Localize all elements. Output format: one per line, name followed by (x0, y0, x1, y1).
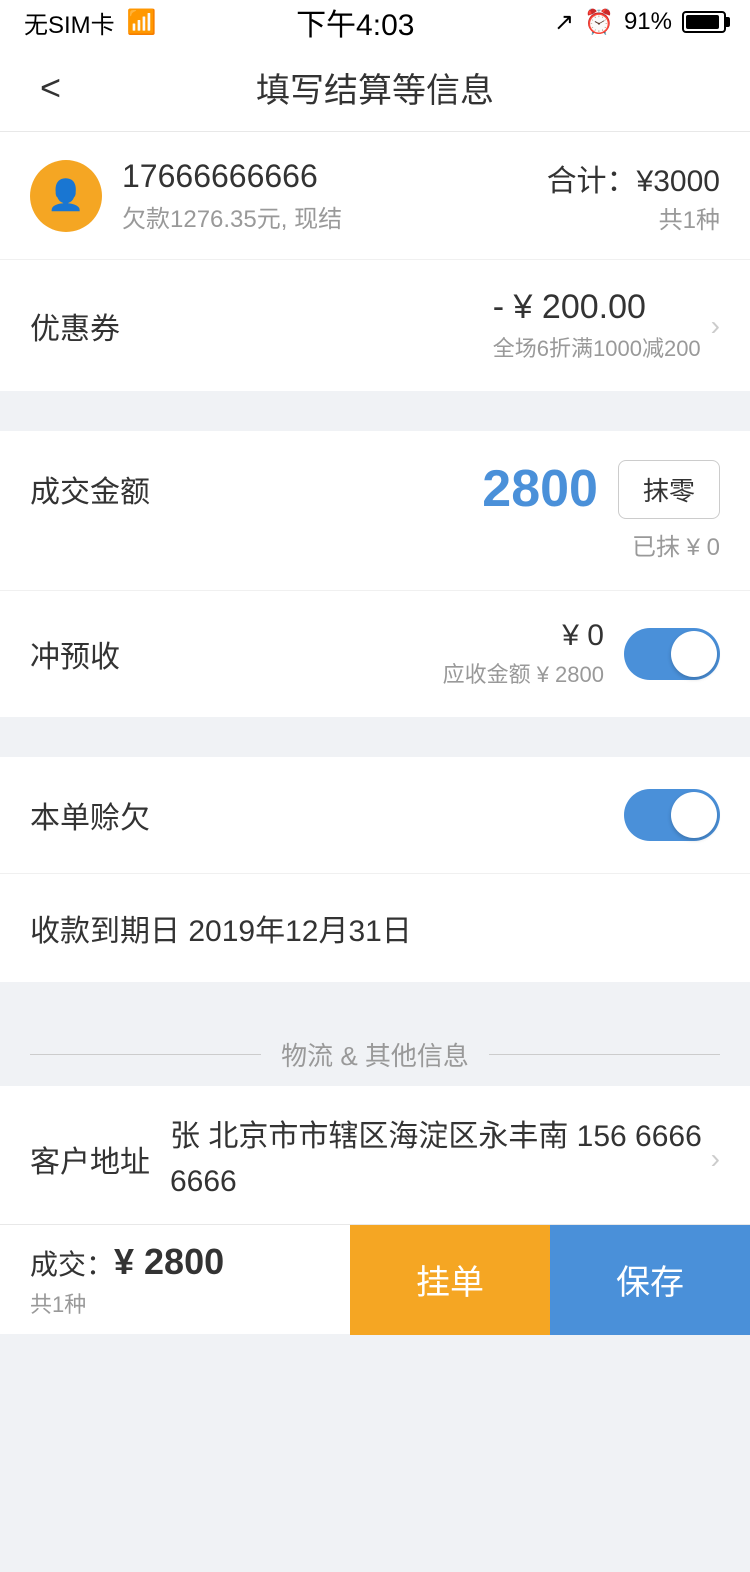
battery-fill (686, 15, 719, 29)
charge-label: 冲预收 (30, 632, 120, 676)
coupon-desc: 全场6折满1000减200 (493, 331, 701, 363)
section-divider-3 (0, 1002, 750, 1022)
status-left: 无SIM卡 📶 (24, 5, 157, 40)
charge-toggle[interactable] (624, 628, 720, 680)
page-title: 填写结算等信息 (256, 63, 494, 112)
address-value: 张 北京市市辖区海淀区永丰南 156 6666 6666 (170, 1114, 711, 1204)
save-button[interactable]: 保存 (550, 1225, 750, 1335)
amount-label: 成交金额 (30, 467, 150, 511)
bottom-summary-label: 成交： (30, 1249, 114, 1280)
coupon-chevron-icon: › (711, 310, 720, 342)
bottom-summary-amount: ¥ 2800 (114, 1241, 224, 1282)
customer-right: 合计：¥3000 共1种 (547, 156, 720, 235)
customer-left: 👤 17666666666 欠款1276.35元, 现结 (30, 158, 342, 234)
location-icon: ↗ (554, 8, 574, 37)
section-divider-1 (0, 411, 750, 431)
amount-right: 2800 抹零 (482, 459, 720, 519)
amount-section: 成交金额 2800 抹零 已抹 ¥ 0 冲预收 ¥ 0 应收金额 ¥ 2800 (0, 431, 750, 717)
content: 👤 17666666666 欠款1276.35元, 现结 合计：¥3000 共1… (0, 132, 750, 1572)
coupon-row[interactable]: 优惠券 - ¥ 200.00 全场6折满1000减200 › (0, 259, 750, 391)
amount-value: 2800 (482, 459, 598, 519)
bottom-bar: 成交：¥ 2800 共1种 挂单 保存 (0, 1224, 750, 1334)
coupon-label: 优惠券 (30, 304, 120, 348)
address-label: 客户地址 (30, 1137, 150, 1181)
bottom-summary: 成交：¥ 2800 共1种 (0, 1241, 350, 1319)
customer-info: 17666666666 欠款1276.35元, 现结 (122, 158, 342, 234)
amount-sub: 已抹 ¥ 0 (30, 527, 720, 562)
customer-phone: 17666666666 (122, 158, 342, 195)
coupon-right: - ¥ 200.00 全场6折满1000减200 › (493, 288, 720, 363)
amount-row: 成交金额 2800 抹零 (30, 459, 720, 519)
carrier-text: 无SIM卡 (24, 5, 115, 40)
debt-row: 本单赊欠 (0, 757, 750, 873)
status-time: 下午4:03 (296, 0, 414, 44)
hold-button[interactable]: 挂单 (350, 1225, 550, 1335)
coupon-right-block: - ¥ 200.00 全场6折满1000减200 (493, 288, 701, 363)
customer-sub-text: 欠款1276.35元, 现结 (122, 199, 342, 234)
nav-bar: < 填写结算等信息 (0, 44, 750, 132)
bottom-summary-sub: 共1种 (30, 1287, 320, 1319)
debt-toggle[interactable] (624, 789, 720, 841)
coupon-discount: - ¥ 200.00 (493, 288, 701, 327)
address-chevron-icon: › (711, 1143, 720, 1175)
logistics-divider: 物流 & 其他信息 (0, 1022, 750, 1086)
charge-sub: 应收金额 ¥ 2800 (443, 657, 604, 689)
total-count: 共1种 (547, 200, 720, 235)
charge-row: 冲预收 ¥ 0 应收金额 ¥ 2800 (0, 590, 750, 717)
due-date-text: 收款到期日 2019年12月31日 (30, 915, 412, 948)
customer-row: 👤 17666666666 欠款1276.35元, 现结 合计：¥3000 共1… (0, 132, 750, 259)
debt-section: 本单赊欠 收款到期日 2019年12月31日 (0, 757, 750, 982)
charge-right: ¥ 0 应收金额 ¥ 2800 (443, 619, 720, 689)
customer-section: 👤 17666666666 欠款1276.35元, 现结 合计：¥3000 共1… (0, 132, 750, 391)
back-button[interactable]: < (30, 57, 71, 119)
status-bar: 无SIM卡 📶 下午4:03 ↗ ⏰ 91% (0, 0, 750, 44)
charge-value-block: ¥ 0 应收金额 ¥ 2800 (443, 619, 604, 689)
logistics-text: 物流 & 其他信息 (261, 1036, 489, 1073)
debt-label: 本单赊欠 (30, 793, 150, 837)
address-row[interactable]: 客户地址 张 北京市市辖区海淀区永丰南 156 6666 6666 › (0, 1086, 750, 1232)
amount-section-inner: 成交金额 2800 抹零 已抹 ¥ 0 (0, 431, 750, 590)
battery-icon (682, 11, 726, 33)
total-amount: 合计：¥3000 (547, 156, 720, 200)
status-right: ↗ ⏰ 91% (554, 8, 726, 37)
due-date-row: 收款到期日 2019年12月31日 (0, 873, 750, 982)
battery-percent: 91% (624, 8, 672, 36)
alarm-icon: ⏰ (584, 8, 614, 37)
address-section: 客户地址 张 北京市市辖区海淀区永丰南 156 6666 6666 › (0, 1086, 750, 1232)
round-button[interactable]: 抹零 (618, 460, 720, 519)
toggle-knob (671, 631, 717, 677)
debt-toggle-knob (671, 792, 717, 838)
section-divider-2 (0, 737, 750, 757)
avatar: 👤 (30, 160, 102, 232)
bottom-summary-main: 成交：¥ 2800 (30, 1241, 320, 1283)
charge-value: ¥ 0 (443, 619, 604, 653)
avatar-icon: 👤 (47, 178, 84, 213)
wifi-icon: 📶 (127, 8, 157, 37)
